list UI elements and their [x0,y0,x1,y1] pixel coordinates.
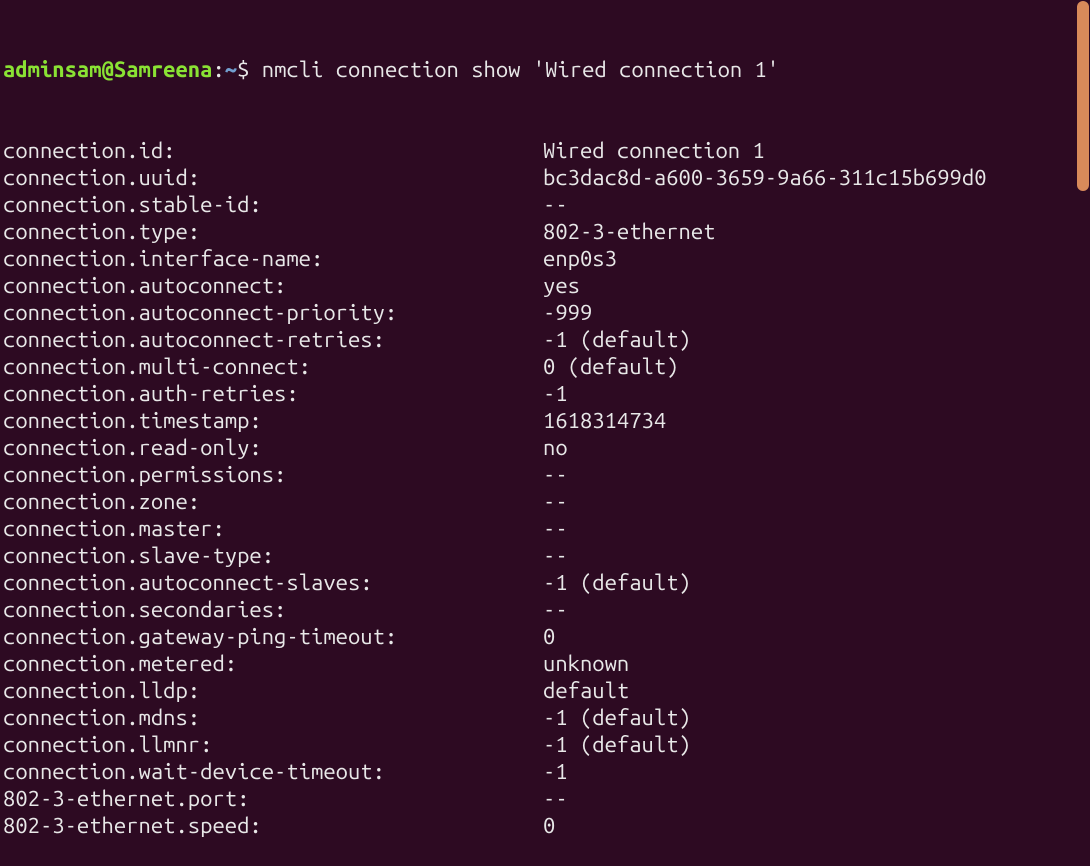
prompt-at: @ [102,57,114,82]
output-value: bc3dac8d-a600-3659-9a66-311c15b699d0 [543,164,987,191]
output-row: connection.multi-connect:0 (default) [3,353,1087,380]
output-row: connection.permissions:-- [3,461,1087,488]
output-row: connection.stable-id:-- [3,191,1087,218]
prompt-host: Samreena [114,57,213,82]
scrollbar-track[interactable] [1076,0,1090,738]
output-key: connection.multi-connect: [3,353,543,380]
output-value: Wired connection 1 [543,137,765,164]
output-value: 0 [543,623,555,650]
output-row: connection.read-only:no [3,434,1087,461]
output-value: -999 [543,299,592,326]
output-value: 802-3-ethernet [543,218,715,245]
output-row: connection.autoconnect-retries:-1 (defau… [3,326,1087,353]
output-key: connection.master: [3,515,543,542]
output-row: connection.slave-type:-- [3,542,1087,569]
output-value: -- [543,488,568,515]
output-value: -- [543,596,568,623]
output-row: connection.wait-device-timeout:-1 [3,758,1087,785]
terminal-output[interactable]: adminsam@Samreena:~$ nmcli connection sh… [3,2,1087,866]
prompt-user: adminsam [3,57,102,82]
output-key: 802-3-ethernet.speed: [3,812,543,839]
output-key: connection.secondaries: [3,596,543,623]
output-key: connection.permissions: [3,461,543,488]
output-key: connection.autoconnect-retries: [3,326,543,353]
output-row: connection.secondaries:-- [3,596,1087,623]
output-key: connection.llmnr: [3,731,543,758]
output-value: -- [543,515,568,542]
output-row: connection.autoconnect-priority:-999 [3,299,1087,326]
output-key: connection.autoconnect: [3,272,543,299]
output-key: connection.mdns: [3,704,543,731]
output-value: yes [543,272,580,299]
output-value: enp0s3 [543,245,617,272]
output-key: connection.read-only: [3,434,543,461]
prompt-path: ~ [225,57,237,82]
output-key: connection.metered: [3,650,543,677]
output-key: connection.slave-type: [3,542,543,569]
output-value: -1 [543,758,568,785]
output-row: connection.gateway-ping-timeout:0 [3,623,1087,650]
output-value: -1 (default) [543,704,691,731]
output-row: connection.id:Wired connection 1 [3,137,1087,164]
command-text: nmcli connection show 'Wired connection … [262,57,779,82]
output-value: 0 [543,812,555,839]
output-value: -- [543,461,568,488]
output-key: connection.gateway-ping-timeout: [3,623,543,650]
output-value: -1 (default) [543,731,691,758]
output-key: connection.id: [3,137,543,164]
output-value: -- [543,191,568,218]
output-key: 802-3-ethernet.port: [3,785,543,812]
output-value: 0 (default) [543,353,679,380]
output-row: connection.interface-name:enp0s3 [3,245,1087,272]
output-value: -- [543,785,568,812]
command-line: adminsam@Samreena:~$ nmcli connection sh… [3,56,1087,83]
output-row: connection.type:802-3-ethernet [3,218,1087,245]
scrollbar-thumb[interactable] [1077,1,1089,191]
output-row: connection.lldp:default [3,677,1087,704]
prompt-colon: : [212,57,224,82]
output-row: connection.auth-retries:-1 [3,380,1087,407]
output-row: connection.mdns:-1 (default) [3,704,1087,731]
output-row: connection.master:-- [3,515,1087,542]
output-key: connection.auth-retries: [3,380,543,407]
output-key: connection.wait-device-timeout: [3,758,543,785]
output-key: connection.stable-id: [3,191,543,218]
output-row: 802-3-ethernet.speed:0 [3,812,1087,839]
output-row: 802-3-ethernet.port:-- [3,785,1087,812]
output-key: connection.interface-name: [3,245,543,272]
output-key: connection.autoconnect-slaves: [3,569,543,596]
output-key: connection.lldp: [3,677,543,704]
output-value: unknown [543,650,629,677]
output-row: connection.uuid:bc3dac8d-a600-3659-9a66-… [3,164,1087,191]
output-value: -1 (default) [543,569,691,596]
output-value: -- [543,542,568,569]
output-value: 1618314734 [543,407,666,434]
output-row: connection.llmnr:-1 (default) [3,731,1087,758]
output-key: connection.autoconnect-priority: [3,299,543,326]
output-value: -1 (default) [543,326,691,353]
output-row: connection.timestamp:1618314734 [3,407,1087,434]
output-key: connection.uuid: [3,164,543,191]
output-row: connection.zone:-- [3,488,1087,515]
output-key: connection.timestamp: [3,407,543,434]
output-value: no [543,434,568,461]
output-row: connection.autoconnect-slaves:-1 (defaul… [3,569,1087,596]
output-container: connection.id:Wired connection 1connecti… [3,137,1087,839]
prompt-dollar: $ [237,57,262,82]
output-value: default [543,677,629,704]
output-key: connection.type: [3,218,543,245]
output-row: connection.autoconnect:yes [3,272,1087,299]
output-row: connection.metered:unknown [3,650,1087,677]
output-key: connection.zone: [3,488,543,515]
output-value: -1 [543,380,568,407]
